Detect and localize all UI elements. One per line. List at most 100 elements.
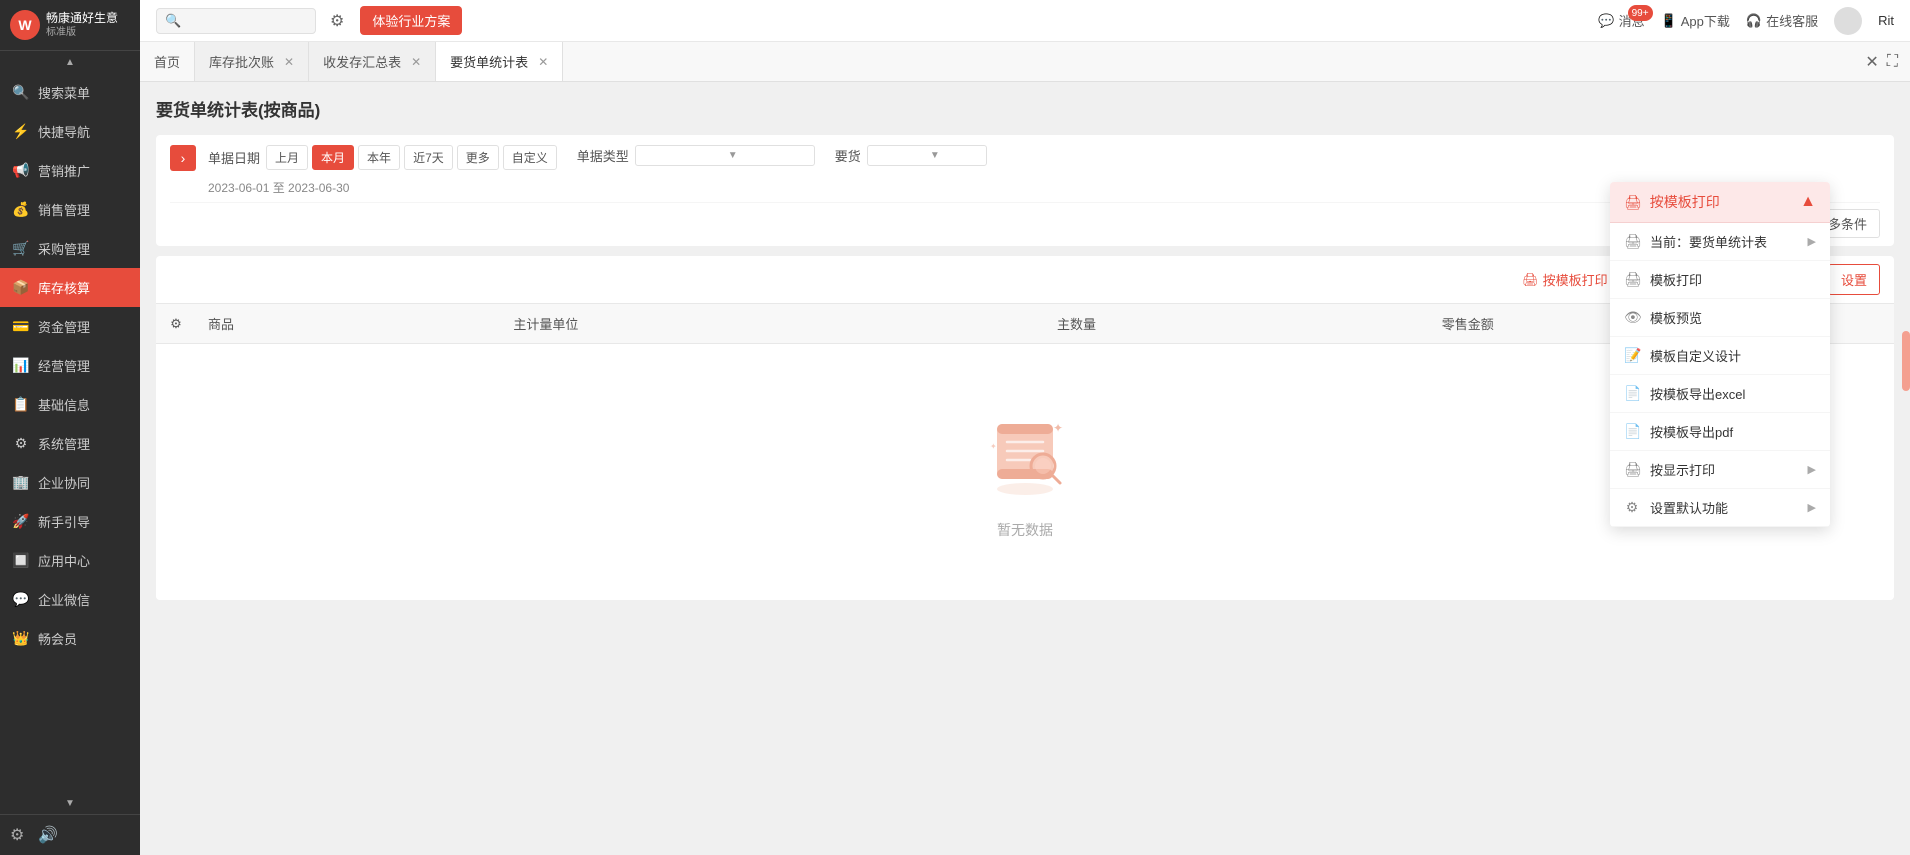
sidebar-item-search[interactable]: 🔍 搜索菜单 bbox=[0, 73, 140, 112]
display-print-label: 按显示打印 bbox=[1650, 460, 1715, 479]
sidebar-item-sales[interactable]: 💰 销售管理 bbox=[0, 190, 140, 229]
guide-icon: 🚀 bbox=[12, 513, 30, 531]
settings-icon[interactable]: ⚙ bbox=[10, 825, 24, 845]
system-label: 系统管理 bbox=[38, 434, 90, 453]
app-download-item[interactable]: 📱 App下载 bbox=[1661, 11, 1730, 30]
sidebar-item-operation[interactable]: 📊 经营管理 bbox=[0, 346, 140, 385]
dropdown-item-template-export-pdf[interactable]: 📄 按模板导出pdf bbox=[1610, 413, 1830, 451]
avatar[interactable] bbox=[1834, 7, 1862, 35]
topbar-search-box[interactable]: 🔍 bbox=[156, 8, 316, 34]
date-btn-本年[interactable]: 本年 bbox=[358, 145, 400, 170]
dropdown-item-template-export-excel[interactable]: 📄 按模板导出excel bbox=[1610, 375, 1830, 413]
scrollbar-track[interactable] bbox=[1902, 200, 1910, 855]
template-export-pdf-icon: 📄 bbox=[1624, 423, 1640, 440]
sidebar-item-system[interactable]: ⚙ 系统管理 bbox=[0, 424, 140, 463]
sidebar-logo: W 畅康通好生意 标准版 bbox=[0, 0, 140, 51]
date-btn-本月[interactable]: 本月 bbox=[312, 145, 354, 170]
date-btn-更多[interactable]: 更多 bbox=[457, 145, 499, 170]
th-product: 商品 bbox=[196, 304, 501, 344]
sidebar-item-inventory[interactable]: 📦 库存核算 bbox=[0, 268, 140, 307]
finance-label: 资金管理 bbox=[38, 317, 90, 336]
dropdown-close-icon[interactable]: ▲ bbox=[1800, 193, 1816, 211]
tab-label-inventory-batch: 库存批次账 bbox=[209, 52, 274, 71]
order-type-label: 单据类型 bbox=[577, 146, 629, 165]
template-custom-icon: 📝 bbox=[1624, 347, 1640, 364]
current-template-item[interactable]: 🖨 当前：要货单统计表 ▶ bbox=[1610, 223, 1830, 261]
date-btn-近7天[interactable]: 近7天 bbox=[404, 145, 453, 170]
empty-text: 暂无数据 bbox=[997, 520, 1053, 540]
messages-item[interactable]: 💬 消息 99+ bbox=[1598, 11, 1644, 30]
date-filter-field: 单据日期 上月本月本年近7天更多自定义 bbox=[208, 145, 557, 170]
date-buttons: 上月本月本年近7天更多自定义 bbox=[266, 145, 557, 170]
sidebar-item-wechat[interactable]: 💬 企业微信 bbox=[0, 580, 140, 619]
tab-home[interactable]: 首页 bbox=[140, 42, 195, 81]
yaohuodan-filter: 要货 ▼ bbox=[835, 145, 987, 166]
printer-header-icon: 🖨 bbox=[1624, 194, 1642, 211]
settings-button[interactable]: 设置 bbox=[1828, 264, 1880, 295]
svg-text:✦: ✦ bbox=[990, 442, 997, 451]
sidebar-nav: 🔍 搜索菜单⚡ 快捷导航📢 营销推广💰 销售管理🛒 采购管理📦 库存核算💳 资金… bbox=[0, 73, 140, 792]
page-title: 要货单统计表(按商品) bbox=[156, 96, 1894, 121]
bell-icon: 💬 bbox=[1598, 13, 1614, 29]
tab-close-inventory-batch[interactable]: ✕ bbox=[284, 55, 294, 69]
tab-order-stats[interactable]: 要货单统计表✕ bbox=[436, 42, 563, 81]
dropdown-item-template-preview[interactable]: 👁 模板预览 bbox=[1610, 299, 1830, 337]
sidebar-item-apps[interactable]: 🔲 应用中心 bbox=[0, 541, 140, 580]
finance-icon: 💳 bbox=[12, 318, 30, 336]
dropdown-item-display-print[interactable]: 🖨 按显示打印 ▶ bbox=[1610, 451, 1830, 489]
select-arrow-icon: ▼ bbox=[728, 150, 806, 161]
speaker-icon[interactable]: 🔊 bbox=[38, 825, 58, 845]
enterprise-label: 企业协同 bbox=[38, 473, 90, 492]
dropdown-item-set-default[interactable]: ⚙ 设置默认功能 ▶ bbox=[1610, 489, 1830, 527]
template-icon: 🖨 bbox=[1624, 233, 1640, 250]
scroll-down-arrow[interactable]: ▼ bbox=[62, 794, 78, 812]
trial-button[interactable]: 体验行业方案 bbox=[360, 6, 462, 35]
sidebar-item-marketing[interactable]: 📢 营销推广 bbox=[0, 151, 140, 190]
apps-icon: 🔲 bbox=[12, 552, 30, 570]
dropdown-header-left: 🖨 按模板打印 bbox=[1624, 192, 1720, 212]
date-btn-上月[interactable]: 上月 bbox=[266, 145, 308, 170]
dropdown-item-template-custom[interactable]: 📝 模板自定义设计 bbox=[1610, 337, 1830, 375]
order-type-select[interactable]: ▼ bbox=[635, 145, 815, 166]
logo-icon: W bbox=[10, 10, 40, 40]
gear-icon[interactable]: ⚙ bbox=[330, 11, 344, 31]
print-button-group[interactable]: 🖨 按模板打印 ▲ bbox=[1522, 270, 1622, 289]
online-service-label: 在线客服 bbox=[1766, 11, 1818, 30]
date-btn-自定义[interactable]: 自定义 bbox=[503, 145, 557, 170]
tab-close-order-stats[interactable]: ✕ bbox=[538, 55, 548, 69]
column-settings-icon[interactable]: ⚙ bbox=[170, 316, 182, 331]
sidebar-item-enterprise[interactable]: 🏢 企业协同 bbox=[0, 463, 140, 502]
maximize-icon[interactable]: ⛶ bbox=[1887, 53, 1898, 71]
set-default-arrow: ▶ bbox=[1808, 501, 1816, 514]
filter-expand-button[interactable]: › bbox=[170, 145, 196, 171]
print-dropdown: 🖨 按模板打印 ▲ 🖨 当前：要货单统计表 ▶ 🖨 模板打印👁 模板预览📝 模板… bbox=[1610, 182, 1830, 527]
filter-top-row: › 单据日期 上月本月本年近7天更多自定义 单据类型 ▼ bbox=[170, 145, 1880, 171]
inventory-label: 库存核算 bbox=[38, 278, 90, 297]
dropdown-item-template-print[interactable]: 🖨 模板打印 bbox=[1610, 261, 1830, 299]
tab-inventory-batch[interactable]: 库存批次账 ✕ bbox=[195, 42, 309, 81]
close-tab-icon[interactable]: ✕ bbox=[1865, 52, 1878, 72]
scrollbar-thumb[interactable] bbox=[1902, 331, 1910, 391]
topbar-right: 💬 消息 99+ 📱 App下载 🎧 在线客服 Rit bbox=[1598, 7, 1894, 35]
tab-close-receivable-summary[interactable]: ✕ bbox=[411, 55, 421, 69]
sidebar-item-member[interactable]: 👑 畅会员 bbox=[0, 619, 140, 658]
filter-fields: 单据日期 上月本月本年近7天更多自定义 单据类型 ▼ 要货 bbox=[208, 145, 1880, 170]
tab-receivable-summary[interactable]: 收发存汇总表✕ bbox=[309, 42, 436, 81]
search-input[interactable] bbox=[187, 14, 307, 28]
operation-label: 经营管理 bbox=[38, 356, 90, 375]
sidebar-item-purchase[interactable]: 🛒 采购管理 bbox=[0, 229, 140, 268]
template-print-icon: 🖨 bbox=[1624, 271, 1640, 288]
scroll-up-arrow[interactable]: ▲ bbox=[62, 53, 78, 71]
online-service-item[interactable]: 🎧 在线客服 bbox=[1746, 11, 1818, 30]
template-preview-icon: 👁 bbox=[1624, 309, 1640, 326]
sidebar-item-shortcut[interactable]: ⚡ 快捷导航 bbox=[0, 112, 140, 151]
basic-icon: 📋 bbox=[12, 396, 30, 414]
sidebar-item-finance[interactable]: 💳 资金管理 bbox=[0, 307, 140, 346]
sidebar-item-basic[interactable]: 📋 基础信息 bbox=[0, 385, 140, 424]
th-settings[interactable]: ⚙ bbox=[156, 304, 196, 344]
order-type-field: 单据类型 ▼ bbox=[577, 145, 815, 166]
purchase-icon: 🛒 bbox=[12, 240, 30, 258]
yaohuodan-select[interactable]: ▼ bbox=[867, 145, 987, 166]
sidebar-item-guide[interactable]: 🚀 新手引导 bbox=[0, 502, 140, 541]
tabs-bar: 首页库存批次账✕收发存汇总表✕要货单统计表✕ ✕ ⛶ bbox=[140, 42, 1910, 82]
